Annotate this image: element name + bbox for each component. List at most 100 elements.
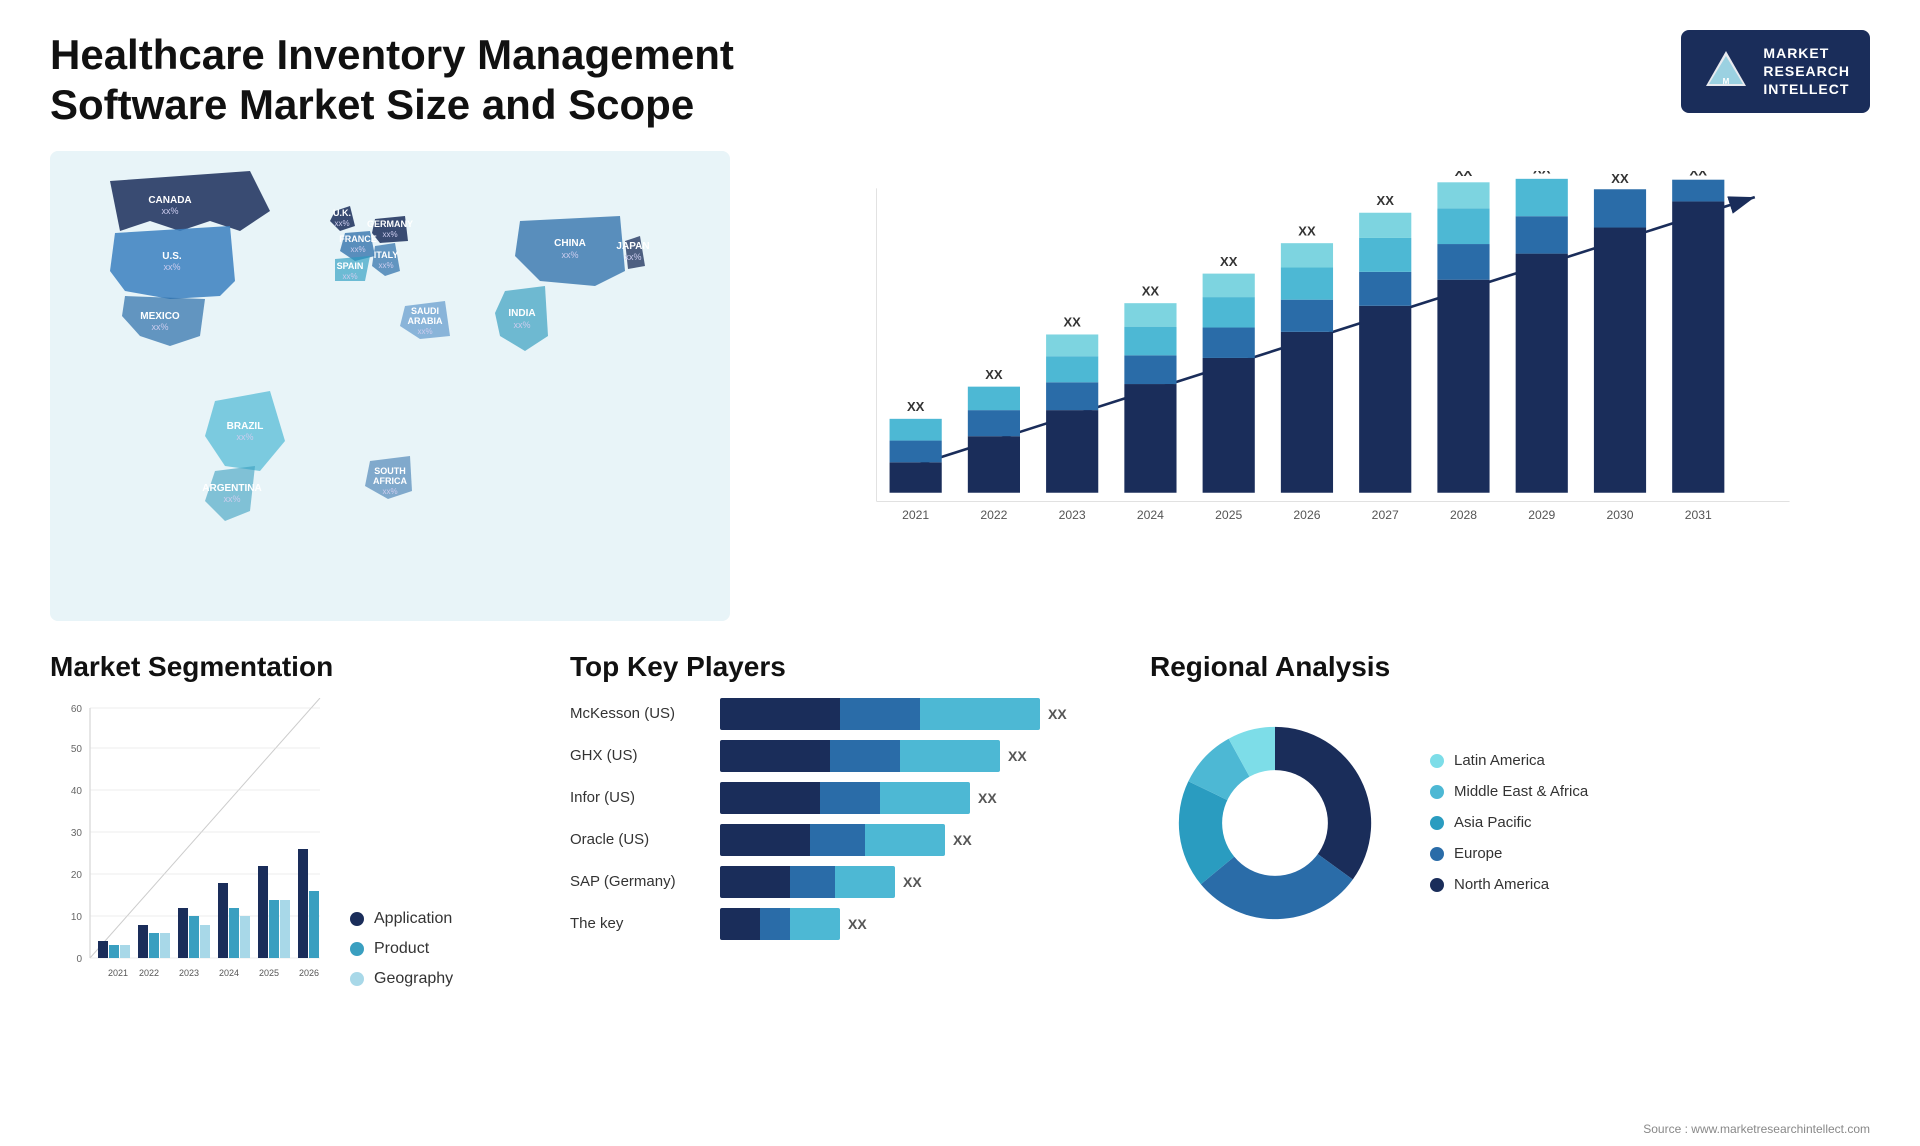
svg-text:XX: XX: [985, 367, 1003, 382]
world-map-svg: CANADA xx% U.S. xx% MEXICO xx% BRAZIL xx…: [50, 151, 730, 621]
bar-chart: XX 2021 XX 2022 XX 2023: [770, 151, 1870, 621]
svg-text:CANADA: CANADA: [148, 195, 191, 206]
svg-text:0: 0: [76, 954, 82, 965]
logo-icon: M: [1701, 46, 1751, 96]
svg-text:xx%: xx%: [378, 261, 393, 270]
svg-text:30: 30: [71, 828, 83, 839]
svg-text:XX: XX: [1063, 314, 1081, 329]
svg-text:XX: XX: [1690, 171, 1708, 178]
svg-text:GERMANY: GERMANY: [367, 219, 413, 229]
segmentation-inner: 0 10 20 30 40 50 60 2021: [50, 698, 530, 1008]
svg-text:XX: XX: [1298, 223, 1316, 238]
svg-text:2024: 2024: [219, 968, 239, 978]
svg-text:2025: 2025: [1215, 508, 1242, 522]
svg-text:2022: 2022: [139, 968, 159, 978]
svg-text:xx%: xx%: [417, 327, 432, 336]
header: Healthcare Inventory Management Software…: [50, 30, 1870, 131]
svg-text:XX: XX: [1455, 171, 1473, 179]
player-name-sap: SAP (Germany): [570, 873, 710, 890]
svg-text:xx%: xx%: [513, 320, 530, 330]
legend-label-geography: Geography: [374, 970, 453, 988]
svg-text:xx%: xx%: [151, 322, 168, 332]
regional-legend-north-america: North America: [1430, 876, 1588, 893]
legend-dot-geography: [350, 972, 364, 986]
regional-label-mea: Middle East & Africa: [1454, 783, 1588, 800]
svg-text:2029: 2029: [1528, 508, 1555, 522]
svg-text:2023: 2023: [1059, 508, 1086, 522]
player-bar-mckesson: XX: [720, 698, 1110, 730]
svg-text:xx%: xx%: [223, 494, 240, 504]
player-xx-oracle: XX: [953, 832, 972, 848]
page-container: Healthcare Inventory Management Software…: [0, 0, 1920, 1146]
svg-text:2026: 2026: [299, 968, 319, 978]
svg-text:SAUDI: SAUDI: [411, 306, 439, 316]
player-name-ghx: GHX (US): [570, 747, 710, 764]
player-bar-ghx: XX: [720, 740, 1110, 772]
svg-text:CHINA: CHINA: [554, 238, 586, 249]
svg-text:FRANCE: FRANCE: [339, 234, 377, 244]
svg-text:U.K.: U.K.: [333, 208, 351, 218]
svg-text:xx%: xx%: [561, 250, 578, 260]
svg-text:60: 60: [71, 704, 83, 715]
svg-text:ARABIA: ARABIA: [408, 316, 443, 326]
regional-legend-mea: Middle East & Africa: [1430, 783, 1588, 800]
seg-chart-svg: 0 10 20 30 40 50 60 2021: [50, 698, 330, 1008]
legend-label-product: Product: [374, 940, 429, 958]
players-list: McKesson (US) XX GHX (US): [570, 698, 1110, 940]
svg-text:AFRICA: AFRICA: [373, 476, 407, 486]
player-bar-sap: XX: [720, 866, 1110, 898]
regional-title: Regional Analysis: [1150, 651, 1870, 683]
svg-text:xx%: xx%: [342, 272, 357, 281]
svg-text:2025: 2025: [259, 968, 279, 978]
svg-text:2021: 2021: [902, 508, 929, 522]
source-text: Source : www.marketresearchintellect.com: [1643, 1122, 1870, 1136]
player-name-oracle: Oracle (US): [570, 831, 710, 848]
segmentation: Market Segmentation 0 10: [50, 651, 530, 1051]
svg-text:2022: 2022: [980, 508, 1007, 522]
svg-text:20: 20: [71, 870, 83, 881]
svg-text:xx%: xx%: [350, 245, 365, 254]
legend-application: Application: [350, 910, 453, 928]
player-row-sap: SAP (Germany) XX: [570, 866, 1110, 898]
regional-dot-north-america: [1430, 878, 1444, 892]
svg-text:XX: XX: [1142, 283, 1160, 298]
svg-text:XX: XX: [1611, 171, 1629, 186]
svg-text:2024: 2024: [1137, 508, 1164, 522]
player-xx-ghx: XX: [1008, 748, 1027, 764]
players-title: Top Key Players: [570, 651, 1110, 683]
legend-dot-application: [350, 912, 364, 926]
regional-label-north-america: North America: [1454, 876, 1549, 893]
bottom-section: Market Segmentation 0 10: [50, 651, 1870, 1051]
svg-text:XX: XX: [907, 399, 925, 414]
legend-label-application: Application: [374, 910, 452, 928]
regional: Regional Analysis: [1150, 651, 1870, 1051]
svg-text:xx%: xx%: [382, 230, 397, 239]
top-section: CANADA xx% U.S. xx% MEXICO xx% BRAZIL xx…: [50, 151, 1870, 621]
player-bar-oracle: XX: [720, 824, 1110, 856]
svg-text:50: 50: [71, 744, 83, 755]
svg-text:SOUTH: SOUTH: [374, 466, 406, 476]
svg-text:2021: 2021: [108, 968, 128, 978]
legend-geography: Geography: [350, 970, 453, 988]
regional-legend-latin-america: Latin America: [1430, 752, 1588, 769]
player-bar-thekey: XX: [720, 908, 1110, 940]
player-bar-infor: XX: [720, 782, 1110, 814]
regional-label-latin-america: Latin America: [1454, 752, 1545, 769]
segmentation-title: Market Segmentation: [50, 651, 530, 683]
svg-text:xx%: xx%: [334, 219, 349, 228]
player-row-oracle: Oracle (US) XX: [570, 824, 1110, 856]
svg-text:INDIA: INDIA: [508, 308, 535, 319]
legend-dot-product: [350, 942, 364, 956]
players: Top Key Players McKesson (US) XX GHX (U: [570, 651, 1110, 1051]
svg-text:MEXICO: MEXICO: [140, 311, 180, 322]
donut-section: Latin America Middle East & Africa Asia …: [1150, 698, 1870, 948]
svg-text:M: M: [1723, 77, 1730, 86]
seg-legend: Application Product Geography: [350, 910, 453, 1008]
svg-text:2030: 2030: [1606, 508, 1633, 522]
regional-legend-asia-pacific: Asia Pacific: [1430, 814, 1588, 831]
page-title: Healthcare Inventory Management Software…: [50, 30, 750, 131]
player-xx-mckesson: XX: [1048, 706, 1067, 722]
regional-dot-latin-america: [1430, 754, 1444, 768]
regional-dot-europe: [1430, 847, 1444, 861]
svg-text:40: 40: [71, 786, 83, 797]
